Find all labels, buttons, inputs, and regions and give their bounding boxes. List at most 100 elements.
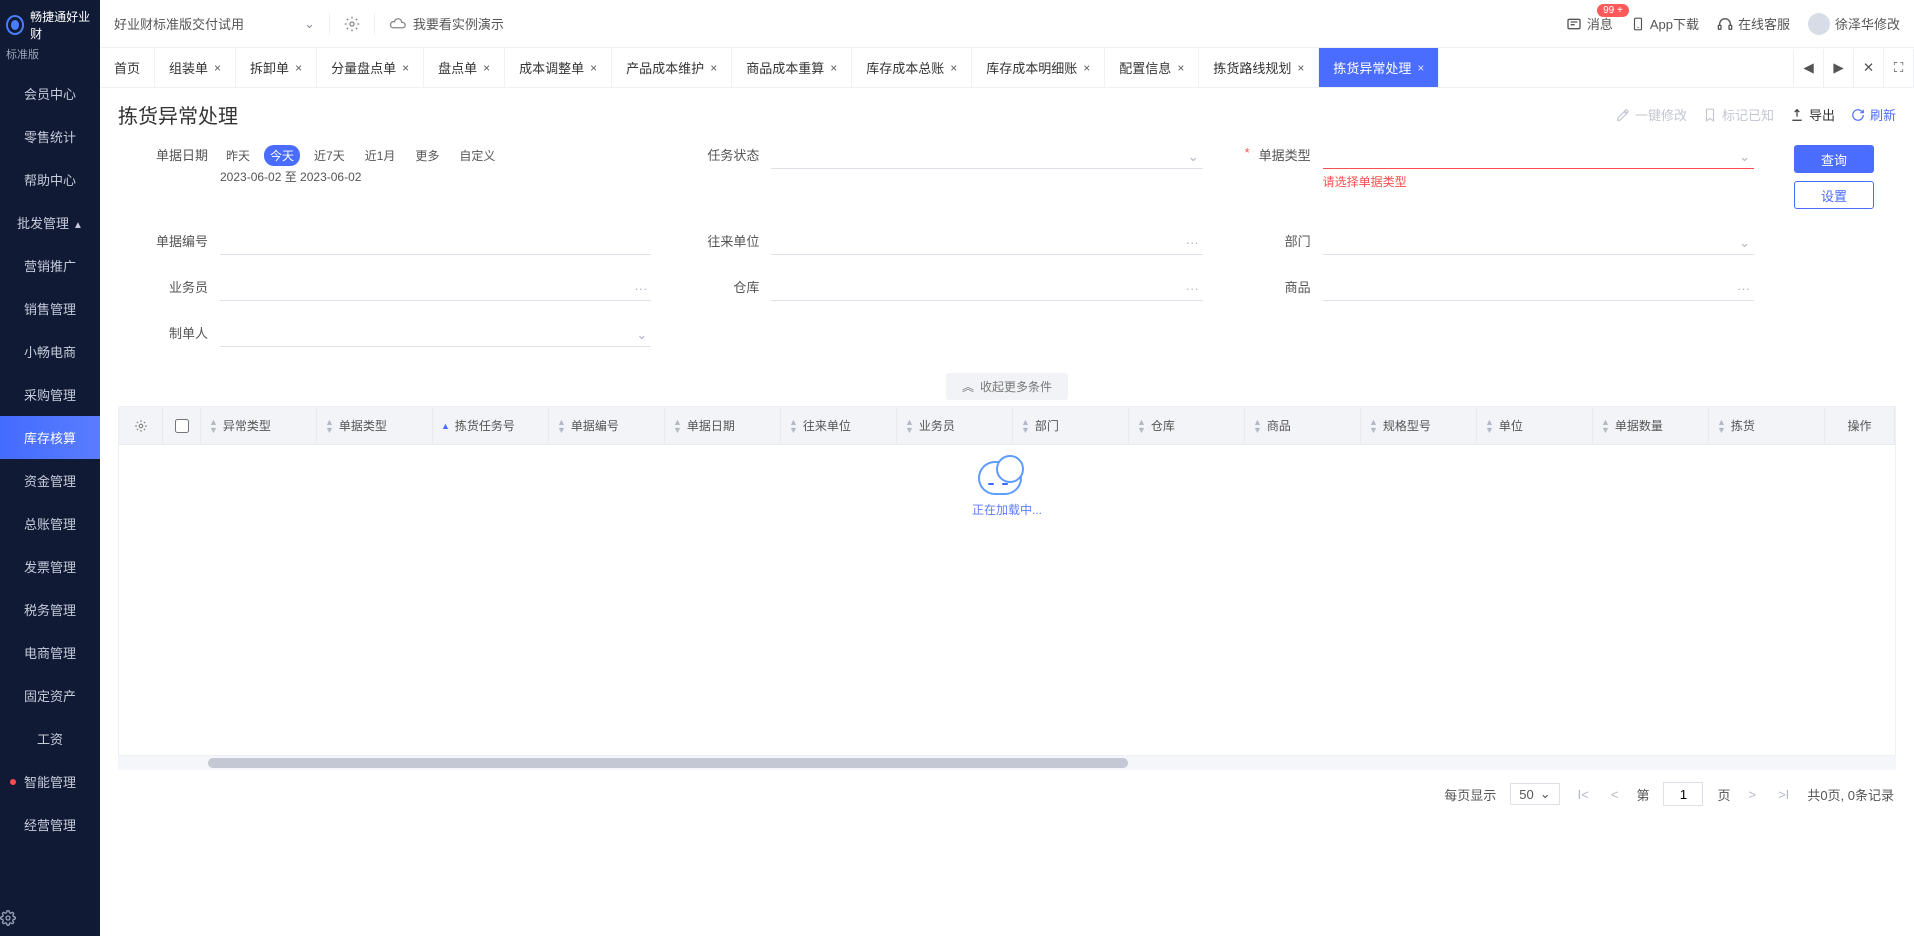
sidebar-item[interactable]: 帮助中心 — [0, 158, 100, 201]
prev-page-button[interactable]: < — [1607, 787, 1623, 802]
tab[interactable]: 配置信息× — [1105, 48, 1199, 87]
table-header[interactable]: ▲▼规格型号 — [1361, 407, 1477, 444]
table-header[interactable]: ▲▼部门 — [1013, 407, 1129, 444]
ellipsis-icon[interactable]: ··· — [1733, 281, 1754, 296]
date-chip[interactable]: 昨天 — [220, 145, 256, 166]
table-header[interactable]: ▲▼异常类型 — [201, 407, 317, 444]
close-icon[interactable]: × — [590, 61, 597, 75]
warehouse-input[interactable]: ··· — [771, 277, 1202, 301]
table-header[interactable]: ▲▼单位 — [1477, 407, 1593, 444]
support-link[interactable]: 在线客服 — [1717, 14, 1790, 33]
table-header[interactable]: ▲▼单据类型 — [317, 407, 433, 444]
sidebar-item[interactable]: 税务管理 — [0, 588, 100, 631]
tab[interactable]: 分量盘点单× — [317, 48, 424, 87]
search-button[interactable]: 查询 — [1794, 145, 1874, 173]
close-icon[interactable]: × — [1297, 61, 1304, 75]
bill-type-select[interactable]: ⌄ — [1323, 145, 1754, 169]
bill-no-input[interactable] — [220, 231, 651, 255]
fullscreen-button[interactable]: ⛶ — [1884, 49, 1914, 87]
messages-link[interactable]: 消息 99 + — [1566, 14, 1613, 33]
user-menu[interactable]: 徐泽华修改 — [1808, 13, 1900, 35]
ellipsis-icon[interactable]: ··· — [1182, 281, 1203, 296]
date-chip[interactable]: 更多 — [409, 145, 445, 166]
sales-input[interactable]: ··· — [220, 277, 651, 301]
table-header[interactable]: ▲▼单据编号 — [549, 407, 665, 444]
first-page-button[interactable]: I< — [1574, 787, 1593, 802]
sidebar-item[interactable]: 固定资产 — [0, 674, 100, 717]
date-chip[interactable]: 今天 — [264, 145, 300, 166]
app-download-link[interactable]: App下载 — [1631, 14, 1699, 33]
table-header[interactable]: ▲拣货任务号 — [433, 407, 549, 444]
date-chip[interactable]: 自定义 — [453, 145, 501, 166]
select-all-checkbox[interactable] — [163, 407, 201, 444]
sidebar-item[interactable]: 电商管理 — [0, 631, 100, 674]
table-header[interactable]: ▲▼拣货 — [1709, 407, 1825, 444]
task-status-select[interactable]: ⌄ — [771, 145, 1202, 169]
next-page-button[interactable]: > — [1745, 787, 1761, 802]
sidebar-item[interactable]: 营销推广 — [0, 244, 100, 287]
table-header[interactable]: ▲▼仓库 — [1129, 407, 1245, 444]
tab[interactable]: 盘点单× — [424, 48, 505, 87]
tab[interactable]: 商品成本重算× — [732, 48, 852, 87]
tab[interactable]: 首页 — [100, 48, 155, 87]
table-header[interactable]: ▲▼单据数量 — [1593, 407, 1709, 444]
sidebar-item[interactable]: 会员中心 — [0, 72, 100, 115]
export-button[interactable]: 导出 — [1790, 105, 1835, 124]
page-size-select[interactable]: 50 ⌄ — [1510, 783, 1559, 805]
partner-input[interactable]: ··· — [771, 231, 1202, 255]
close-icon[interactable]: × — [1083, 61, 1090, 75]
close-icon[interactable]: × — [295, 61, 302, 75]
sidebar-item[interactable]: 工资 — [0, 717, 100, 760]
sidebar-item[interactable]: 智能管理 — [0, 760, 100, 803]
sidebar-item[interactable]: 零售统计 — [0, 115, 100, 158]
table-header[interactable]: ▲▼业务员 — [897, 407, 1013, 444]
table-header[interactable]: ▲▼往来单位 — [781, 407, 897, 444]
settings-button[interactable]: 设置 — [1794, 181, 1874, 209]
ellipsis-icon[interactable]: ··· — [1182, 235, 1203, 250]
sidebar-item[interactable]: 采购管理 — [0, 373, 100, 416]
close-icon[interactable]: × — [483, 61, 490, 75]
tabs-close-all[interactable]: ✕ — [1854, 49, 1884, 87]
dept-select[interactable]: ⌄ — [1323, 231, 1754, 255]
tabs-scroll-left[interactable]: ◀ — [1794, 49, 1824, 87]
date-chip[interactable]: 近1月 — [359, 145, 402, 166]
table-header[interactable]: ▲▼商品 — [1245, 407, 1361, 444]
page-number-input[interactable] — [1663, 782, 1703, 806]
close-icon[interactable]: × — [950, 61, 957, 75]
sidebar-item[interactable]: 总账管理 — [0, 502, 100, 545]
sidebar-settings[interactable] — [0, 900, 100, 936]
sidebar-item[interactable]: 批发管理▲ — [0, 201, 100, 244]
settings-icon[interactable] — [344, 16, 360, 32]
tab[interactable]: 组装单× — [155, 48, 236, 87]
tab[interactable]: 成本调整单× — [505, 48, 612, 87]
close-icon[interactable]: × — [710, 61, 717, 75]
refresh-button[interactable]: 刷新 — [1851, 105, 1896, 124]
goods-input[interactable]: ··· — [1323, 277, 1754, 301]
sidebar-item[interactable]: 小畅电商 — [0, 330, 100, 373]
tab[interactable]: 库存成本总账× — [852, 48, 972, 87]
sidebar-item[interactable]: 发票管理 — [0, 545, 100, 588]
tab[interactable]: 库存成本明细账× — [972, 48, 1105, 87]
close-icon[interactable]: × — [1177, 61, 1184, 75]
tab[interactable]: 产品成本维护× — [612, 48, 732, 87]
ellipsis-icon[interactable]: ··· — [630, 281, 651, 296]
close-icon[interactable]: × — [402, 61, 409, 75]
close-icon[interactable]: × — [830, 61, 837, 75]
tabs-scroll-right[interactable]: ▶ — [1824, 49, 1854, 87]
sidebar-item[interactable]: 经营管理 — [0, 803, 100, 846]
horizontal-scrollbar[interactable] — [118, 756, 1896, 770]
creator-select[interactable]: ⌄ — [220, 323, 651, 347]
tab[interactable]: 拆卸单× — [236, 48, 317, 87]
tab[interactable]: 拣货路线规划× — [1199, 48, 1319, 87]
sidebar-item[interactable]: 资金管理 — [0, 459, 100, 502]
table-header[interactable]: ▲▼单据日期 — [665, 407, 781, 444]
table-settings-button[interactable] — [119, 407, 163, 444]
date-chip[interactable]: 近7天 — [308, 145, 351, 166]
last-page-button[interactable]: >I — [1774, 787, 1793, 802]
collapse-filters-button[interactable]: ︽ 收起更多条件 — [946, 373, 1068, 400]
demo-link[interactable]: 我要看实例演示 — [389, 14, 504, 33]
sidebar-item[interactable]: 销售管理 — [0, 287, 100, 330]
close-icon[interactable]: × — [1417, 61, 1424, 75]
close-icon[interactable]: × — [214, 61, 221, 75]
product-switcher[interactable]: 好业财标准版交付试用 ⌄ — [114, 14, 315, 33]
